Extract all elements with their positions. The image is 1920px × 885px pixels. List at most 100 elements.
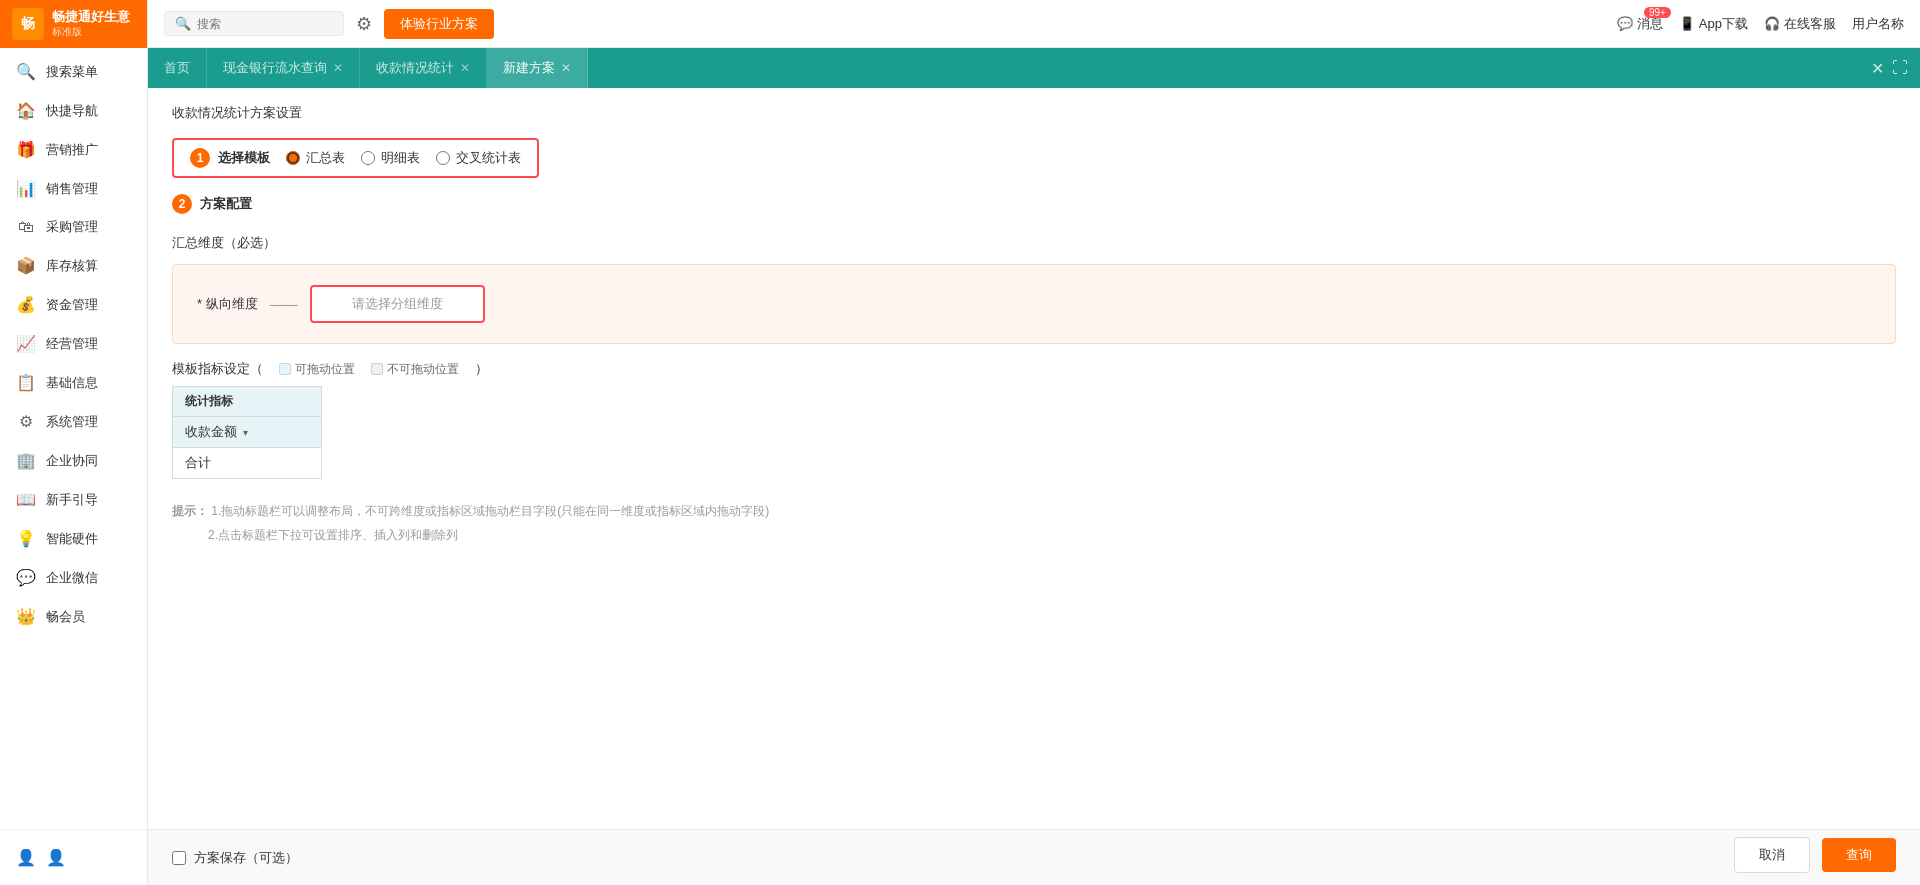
sidebar-item-hardware[interactable]: 💡 智能硬件	[0, 519, 147, 558]
sidebar-item-newbie[interactable]: 📖 新手引导	[0, 480, 147, 519]
radio-summary-input[interactable]	[286, 151, 300, 165]
indicator-header: 模板指标设定（ 可拖动位置 不可拖动位置 ）	[172, 360, 1896, 378]
hardware-icon: 💡	[16, 529, 36, 548]
system-icon: ⚙	[16, 412, 36, 431]
avatar-icon2: 👤	[46, 848, 66, 867]
legend-movable: 可拖动位置	[279, 361, 355, 378]
tab-expand-btn[interactable]: ⛶	[1892, 59, 1908, 77]
indicator-table-header: 统计指标	[173, 387, 321, 417]
tab-close-window-btn[interactable]: ✕	[1871, 59, 1884, 78]
sidebar-item-enterprise[interactable]: 🏢 企业协同	[0, 441, 147, 480]
main-content: 收款情况统计方案设置 1 选择模板 汇总表	[148, 88, 1920, 885]
app-icon: 📱	[1679, 16, 1695, 31]
radio-cross-input[interactable]	[436, 151, 450, 165]
section1-header: 1 选择模板 汇总表 明细表	[172, 138, 1896, 178]
sales-icon: 📊	[16, 179, 36, 198]
app-download-btn[interactable]: 📱 App下载	[1679, 15, 1748, 33]
inventory-icon: 📦	[16, 256, 36, 275]
logo-icon: 畅	[12, 8, 44, 40]
radio-cross[interactable]: 交叉统计表	[436, 149, 521, 167]
cancel-button[interactable]: 取消	[1734, 837, 1810, 873]
tips-section: 提示： 1.拖动标题栏可以调整布局，不可跨维度或指标区域拖动栏目字段(只能在同一…	[172, 499, 1896, 547]
sidebar-item-finance[interactable]: 💰 资金管理	[0, 285, 147, 324]
query-button[interactable]: 查询	[1822, 838, 1896, 872]
radio-detail-input[interactable]	[361, 151, 375, 165]
dimension-title: 汇总维度（必选）	[172, 234, 1896, 252]
search-input[interactable]	[197, 17, 317, 31]
marketing-icon: 🎁	[16, 140, 36, 159]
tab-new-plan[interactable]: 新建方案 ✕	[487, 48, 588, 88]
sidebar-item-user-avatar[interactable]: 👤 👤	[0, 838, 147, 877]
legend-movable-dot	[279, 363, 291, 375]
message-badge: 99+	[1644, 7, 1671, 18]
dimension-area: * 纵向维度 —— 请选择分组维度	[172, 264, 1896, 344]
sidebar-item-inventory[interactable]: 📦 库存核算	[0, 246, 147, 285]
industry-btn[interactable]: 体验行业方案	[384, 9, 494, 39]
sidebar-item-member[interactable]: 👑 畅会员	[0, 597, 147, 636]
section1-num: 1	[190, 148, 210, 168]
message-btn[interactable]: 💬 消息 99+	[1617, 15, 1663, 33]
template-selection-box: 1 选择模板 汇总表 明细表	[172, 138, 539, 178]
legend-close-bracket: ）	[475, 360, 488, 378]
legend-fixed-dot	[371, 363, 383, 375]
sidebar-item-purchase[interactable]: 🛍 采购管理	[0, 208, 147, 246]
section2-num: 2	[172, 194, 192, 214]
radio-detail[interactable]: 明细表	[361, 149, 420, 167]
indicator-settings-label: 模板指标设定（	[172, 360, 263, 378]
sidebar-logo: 畅 畅捷通好生意 标准版	[0, 0, 147, 48]
sidebar-item-marketing[interactable]: 🎁 营销推广	[0, 130, 147, 169]
avatar-icon: 👤	[16, 848, 36, 867]
indicator-col-cell[interactable]: 收款金额 ▾	[173, 417, 321, 448]
sidebar-item-wechat[interactable]: 💬 企业微信	[0, 558, 147, 597]
sidebar: 畅 畅捷通好生意 标准版 🔍 搜索菜单 🏠 快捷导航 🎁 营销推广 📊 销售管理…	[0, 0, 148, 885]
sidebar-item-system[interactable]: ⚙ 系统管理	[0, 402, 147, 441]
newbie-icon: 📖	[16, 490, 36, 509]
template-radio-group: 汇总表 明细表 交叉统计表	[286, 149, 521, 167]
purchase-icon: 🛍	[16, 218, 36, 236]
online-service-btn[interactable]: 🎧 在线客服	[1764, 15, 1836, 33]
sidebar-item-quicknav[interactable]: 🏠 快捷导航	[0, 91, 147, 130]
sidebar-item-basic[interactable]: 📋 基础信息	[0, 363, 147, 402]
header-right: 💬 消息 99+ 📱 App下载 🎧 在线客服 用户名称	[1617, 15, 1904, 33]
page-title: 收款情况统计方案设置	[172, 104, 1896, 122]
indicator-table: 统计指标 收款金额 ▾ 合计	[172, 386, 322, 479]
tab-close-receipt-stat[interactable]: ✕	[460, 61, 470, 75]
group-dimension-select[interactable]: 请选择分组维度	[310, 285, 485, 323]
operations-icon: 📈	[16, 334, 36, 353]
section-template: 1 选择模板 汇总表 明细表	[172, 138, 1896, 178]
search-icon: 🔍	[16, 62, 36, 81]
indicator-row-cell[interactable]: 合计	[173, 448, 321, 478]
sidebar-nav: 🔍 搜索菜单 🏠 快捷导航 🎁 营销推广 📊 销售管理 🛍 采购管理 📦 库存核…	[0, 48, 147, 829]
tab-cash-bank[interactable]: 现金银行流水查询 ✕	[207, 48, 360, 88]
wechat-icon: 💬	[16, 568, 36, 587]
save-checkbox[interactable]	[172, 851, 186, 865]
basic-icon: 📋	[16, 373, 36, 392]
section2-title: 方案配置	[200, 195, 252, 213]
sidebar-item-sales[interactable]: 📊 销售管理	[0, 169, 147, 208]
header-search-box[interactable]: 🔍	[164, 11, 344, 36]
tabbar-actions: ✕ ⛶	[1859, 48, 1920, 88]
tab-close-cash-bank[interactable]: ✕	[333, 61, 343, 75]
tip-2: 2.点击标题栏下拉可设置排序、插入列和删除列	[208, 528, 458, 542]
message-icon: 💬	[1617, 16, 1633, 31]
sidebar-item-operations[interactable]: 📈 经营管理	[0, 324, 147, 363]
search-icon: 🔍	[175, 16, 191, 31]
content-area: 收款情况统计方案设置 1 选择模板 汇总表	[148, 88, 1920, 829]
username-label[interactable]: 用户名称	[1852, 15, 1904, 33]
settings-icon[interactable]: ⚙	[356, 13, 372, 35]
enterprise-icon: 🏢	[16, 451, 36, 470]
tab-close-new-plan[interactable]: ✕	[561, 61, 571, 75]
app-edition: 标准版	[52, 25, 130, 39]
radio-summary[interactable]: 汇总表	[286, 149, 345, 167]
home-icon: 🏠	[16, 101, 36, 120]
arrow-icon: ——	[270, 296, 298, 312]
bottom-bar: 方案保存（可选）	[148, 829, 1920, 885]
header: 🔍 ⚙ 体验行业方案 💬 消息 99+ 📱 App下载 🎧 在线客服 用户名称	[148, 0, 1920, 48]
tab-home[interactable]: 首页	[148, 48, 207, 88]
config-section: 汇总维度（必选） * 纵向维度 —— 请选择分组维度 模板指标设定（	[172, 226, 1896, 555]
tab-receipt-stat[interactable]: 收款情况统计 ✕	[360, 48, 487, 88]
member-icon: 👑	[16, 607, 36, 626]
vertical-dim-label: * 纵向维度	[197, 295, 258, 313]
section2-header: 2 方案配置	[172, 194, 1896, 214]
sidebar-item-search[interactable]: 🔍 搜索菜单	[0, 52, 147, 91]
